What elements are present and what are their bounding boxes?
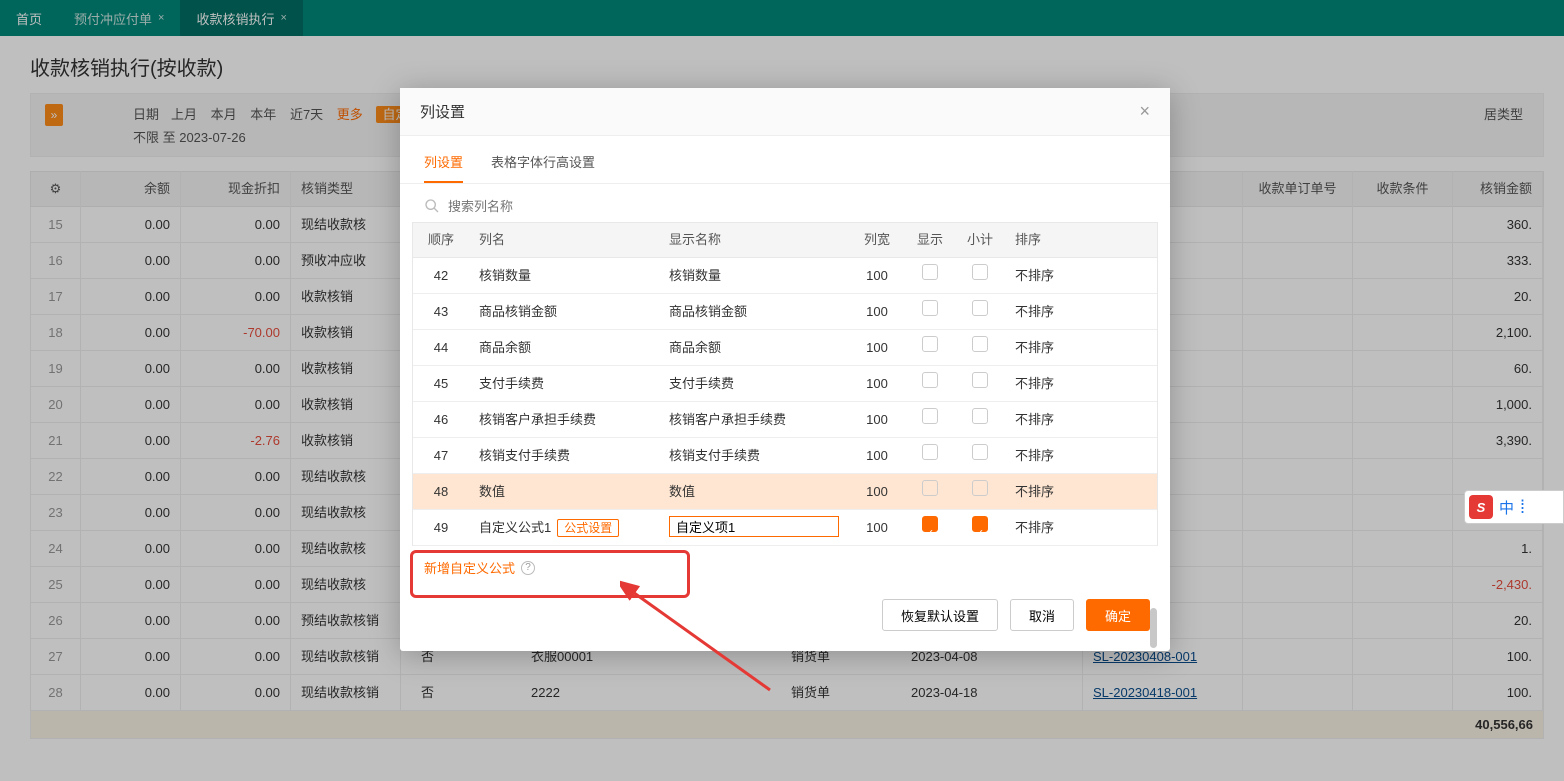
subtotal-checkbox[interactable] bbox=[972, 336, 988, 352]
add-custom-formula-link[interactable]: 新增自定义公式? bbox=[400, 546, 559, 589]
subtotal-checkbox[interactable] bbox=[972, 480, 988, 496]
help-icon[interactable]: ? bbox=[521, 561, 535, 575]
restore-default-button[interactable]: 恢复默认设置 bbox=[882, 599, 998, 631]
cfg-col-order: 顺序 bbox=[413, 222, 469, 258]
column-settings-modal: 列设置 × 列设置 表格字体行高设置 顺序 列名 显示名称 列宽 显示 小计 排… bbox=[400, 88, 1170, 651]
show-checkbox[interactable] bbox=[922, 480, 938, 496]
cfg-row[interactable]: 47 核销支付手续费 核销支付手续费 100 不排序 bbox=[413, 438, 1157, 474]
cfg-row[interactable]: 42 核销数量 核销数量 100 不排序 bbox=[413, 258, 1157, 294]
cfg-col-name: 列名 bbox=[469, 222, 659, 258]
cfg-row[interactable]: 49 自定义公式1公式设置 100 不排序 bbox=[413, 510, 1157, 546]
subtotal-checkbox[interactable] bbox=[972, 372, 988, 388]
display-name-input[interactable] bbox=[669, 516, 839, 537]
cfg-col-sort: 排序 bbox=[1005, 222, 1157, 258]
tab-column-settings[interactable]: 列设置 bbox=[424, 152, 463, 183]
ok-button[interactable]: 确定 bbox=[1086, 599, 1150, 631]
show-checkbox[interactable] bbox=[922, 264, 938, 280]
subtotal-checkbox[interactable] bbox=[972, 300, 988, 316]
ime-logo-icon: S bbox=[1469, 495, 1493, 519]
subtotal-checkbox[interactable] bbox=[972, 444, 988, 460]
close-icon[interactable]: × bbox=[1139, 101, 1150, 122]
ime-indicator[interactable]: S 中 ⁞ bbox=[1464, 490, 1564, 524]
cfg-col-display: 显示名称 bbox=[659, 222, 849, 258]
show-checkbox[interactable] bbox=[922, 408, 938, 424]
search-icon bbox=[424, 198, 440, 214]
subtotal-checkbox[interactable] bbox=[972, 516, 988, 532]
cfg-col-width: 列宽 bbox=[849, 222, 905, 258]
show-checkbox[interactable] bbox=[922, 336, 938, 352]
search-column-input[interactable] bbox=[448, 199, 1146, 214]
ime-mode-text: 中 bbox=[1499, 497, 1514, 518]
show-checkbox[interactable] bbox=[922, 300, 938, 316]
subtotal-checkbox[interactable] bbox=[972, 264, 988, 280]
show-checkbox[interactable] bbox=[922, 444, 938, 460]
show-checkbox[interactable] bbox=[922, 372, 938, 388]
ime-menu-icon[interactable]: ⁞ bbox=[1520, 502, 1525, 512]
cfg-row[interactable]: 46 核销客户承担手续费 核销客户承担手续费 100 不排序 bbox=[413, 402, 1157, 438]
modal-title: 列设置 bbox=[420, 101, 465, 122]
subtotal-checkbox[interactable] bbox=[972, 408, 988, 424]
formula-settings-button[interactable]: 公式设置 bbox=[557, 519, 619, 537]
cfg-row[interactable]: 43 商品核销金额 商品核销金额 100 不排序 bbox=[413, 294, 1157, 330]
cfg-row[interactable]: 45 支付手续费 支付手续费 100 不排序 bbox=[413, 366, 1157, 402]
cfg-row[interactable]: 48 数值 数值 100 不排序 bbox=[413, 474, 1157, 510]
scrollbar-thumb[interactable] bbox=[1150, 608, 1157, 648]
cfg-col-subtotal: 小计 bbox=[955, 222, 1005, 258]
cfg-row[interactable]: 44 商品余额 商品余额 100 不排序 bbox=[413, 330, 1157, 366]
cfg-col-show: 显示 bbox=[905, 222, 955, 258]
show-checkbox[interactable] bbox=[922, 516, 938, 532]
tab-font-row-settings[interactable]: 表格字体行高设置 bbox=[491, 152, 595, 183]
cancel-button[interactable]: 取消 bbox=[1010, 599, 1074, 631]
